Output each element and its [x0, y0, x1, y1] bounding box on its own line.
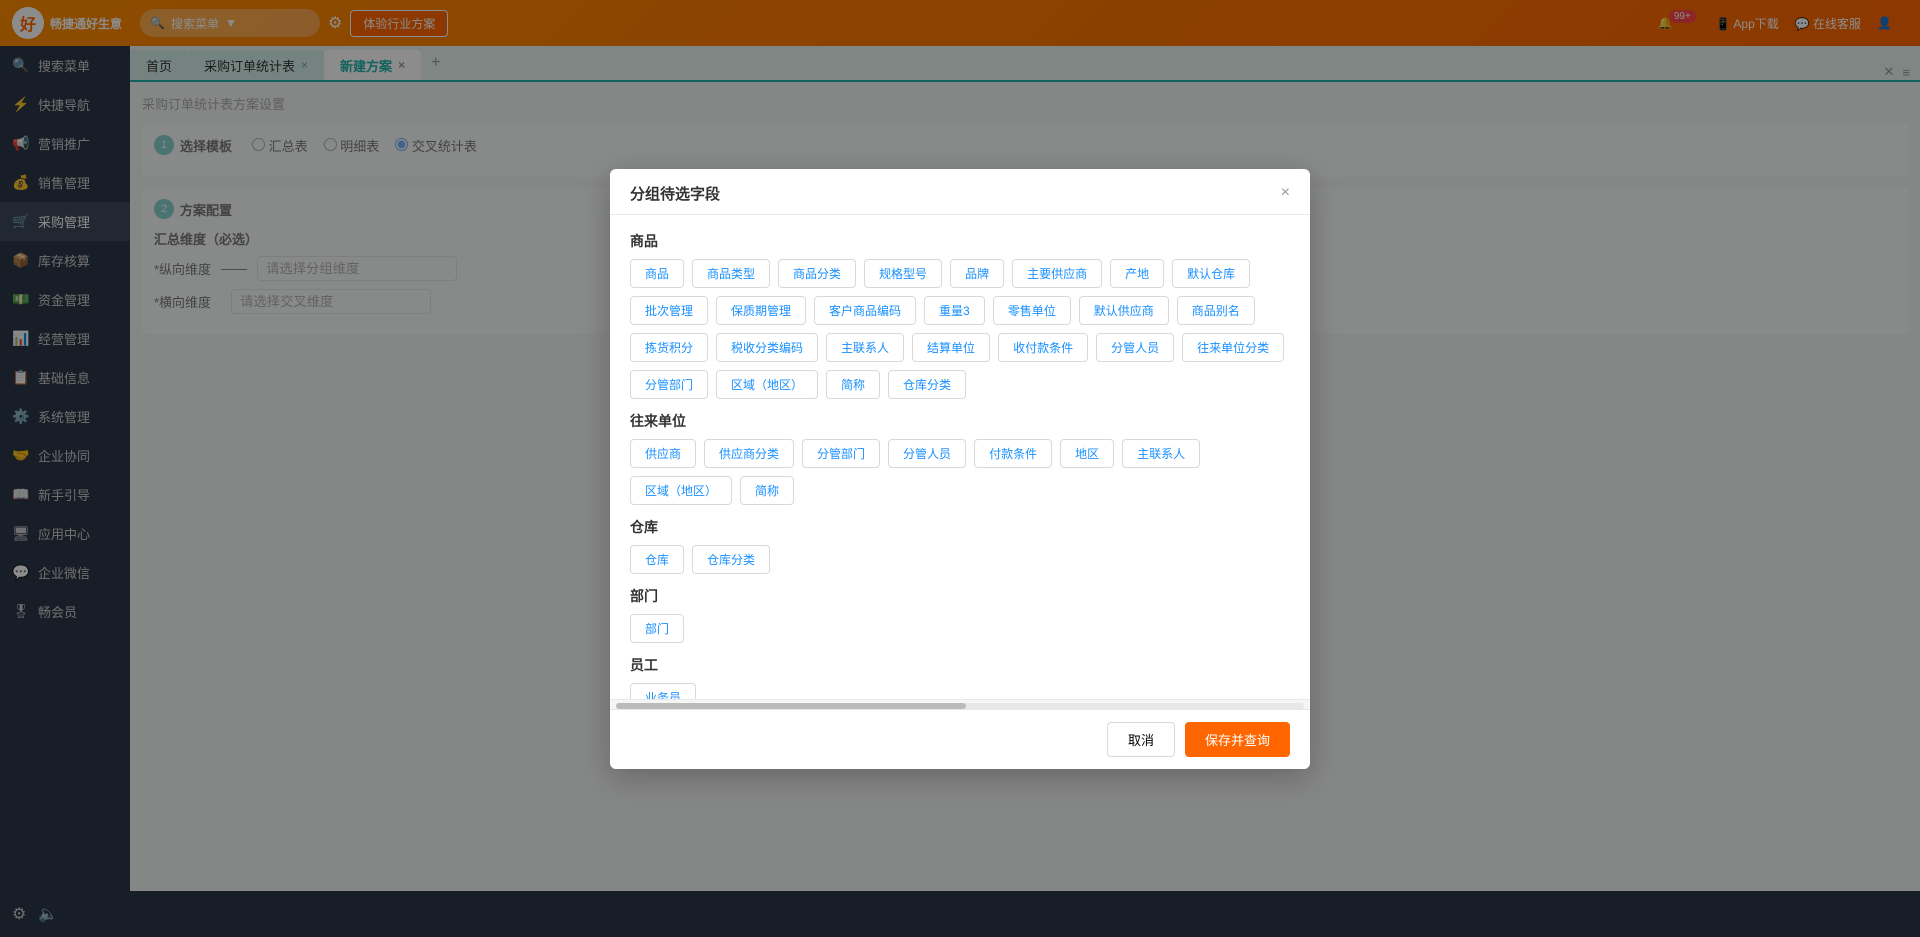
dialog-footer: 取消 保存并查询 [610, 709, 1310, 769]
section-party-title: 往来单位 [630, 411, 1290, 431]
field-btn-manager[interactable]: 分管人员 [1096, 333, 1174, 362]
dialog-body: 商品 商品 商品类型 商品分类 规格型号 品牌 主要供应商 产地 默认仓库 批次… [610, 215, 1310, 700]
field-btn-payment-terms[interactable]: 收付款条件 [998, 333, 1088, 362]
section-product-fields: 商品 商品类型 商品分类 规格型号 品牌 主要供应商 产地 默认仓库 批次管理 … [630, 259, 1290, 399]
field-btn-contact[interactable]: 主联系人 [1122, 439, 1200, 468]
field-btn-tax-code[interactable]: 税收分类编码 [716, 333, 818, 362]
dialog: 分组待选字段 × 商品 商品 商品类型 商品分类 规格型号 品牌 主要供应商 产… [610, 169, 1310, 769]
field-btn-retail-unit[interactable]: 零售单位 [993, 296, 1071, 325]
field-btn-warehouse[interactable]: 仓库 [630, 545, 684, 574]
section-warehouse-fields: 仓库 仓库分类 [630, 545, 1290, 574]
field-btn-default-warehouse[interactable]: 默认仓库 [1172, 259, 1250, 288]
field-btn-warehouse-cat[interactable]: 仓库分类 [692, 545, 770, 574]
field-btn-managed-dept[interactable]: 分管部门 [802, 439, 880, 468]
field-btn-product-category[interactable]: 商品分类 [778, 259, 856, 288]
dialog-header: 分组待选字段 × [610, 169, 1310, 215]
section-employee-fields: 业务员 [630, 683, 1290, 700]
field-btn-expiry-mgmt[interactable]: 保质期管理 [716, 296, 806, 325]
confirm-button[interactable]: 保存并查询 [1185, 722, 1290, 757]
field-btn-batch-mgmt[interactable]: 批次管理 [630, 296, 708, 325]
field-btn-main-contact[interactable]: 主联系人 [826, 333, 904, 362]
field-btn-dept-managed[interactable]: 分管部门 [630, 370, 708, 399]
field-btn-product-alias[interactable]: 商品别名 [1177, 296, 1255, 325]
field-btn-region[interactable]: 区域（地区） [716, 370, 818, 399]
field-btn-dept[interactable]: 部门 [630, 614, 684, 643]
section-party-fields: 供应商 供应商分类 分管部门 分管人员 付款条件 地区 主联系人 区域（地区） … [630, 439, 1290, 505]
field-btn-pick-points[interactable]: 拣货积分 [630, 333, 708, 362]
field-btn-payment-condition[interactable]: 付款条件 [974, 439, 1052, 468]
field-btn-warehouse-category[interactable]: 仓库分类 [888, 370, 966, 399]
section-dept-title: 部门 [630, 586, 1290, 606]
field-btn-customer-code[interactable]: 客户商品编码 [814, 296, 916, 325]
field-btn-supplier-category[interactable]: 供应商分类 [704, 439, 794, 468]
dialog-overlay: 分组待选字段 × 商品 商品 商品类型 商品分类 规格型号 品牌 主要供应商 产… [0, 0, 1920, 937]
field-btn-party-category[interactable]: 往来单位分类 [1182, 333, 1284, 362]
field-btn-settlement-unit[interactable]: 结算单位 [912, 333, 990, 362]
field-btn-supplier[interactable]: 供应商 [630, 439, 696, 468]
field-btn-region2[interactable]: 区域（地区） [630, 476, 732, 505]
dialog-title: 分组待选字段 [630, 183, 720, 204]
field-btn-product-type[interactable]: 商品类型 [692, 259, 770, 288]
field-btn-default-supplier[interactable]: 默认供应商 [1079, 296, 1169, 325]
section-employee-title: 员工 [630, 655, 1290, 675]
field-btn-weight3[interactable]: 重量3 [924, 296, 985, 325]
field-btn-area[interactable]: 地区 [1060, 439, 1114, 468]
section-warehouse-title: 仓库 [630, 517, 1290, 537]
section-product-title: 商品 [630, 231, 1290, 251]
field-btn-spec-model[interactable]: 规格型号 [864, 259, 942, 288]
field-btn-origin[interactable]: 产地 [1110, 259, 1164, 288]
section-dept-fields: 部门 [630, 614, 1290, 643]
field-btn-short-name[interactable]: 简称 [826, 370, 880, 399]
dialog-hscrollbar[interactable] [610, 699, 1310, 708]
field-btn-salesperson[interactable]: 业务员 [630, 683, 696, 700]
field-btn-brand[interactable]: 品牌 [950, 259, 1004, 288]
field-btn-abbr[interactable]: 简称 [740, 476, 794, 505]
dialog-close-button[interactable]: × [1281, 184, 1290, 202]
field-btn-managed-person[interactable]: 分管人员 [888, 439, 966, 468]
field-btn-product[interactable]: 商品 [630, 259, 684, 288]
field-btn-main-supplier[interactable]: 主要供应商 [1012, 259, 1102, 288]
cancel-button[interactable]: 取消 [1107, 722, 1175, 757]
